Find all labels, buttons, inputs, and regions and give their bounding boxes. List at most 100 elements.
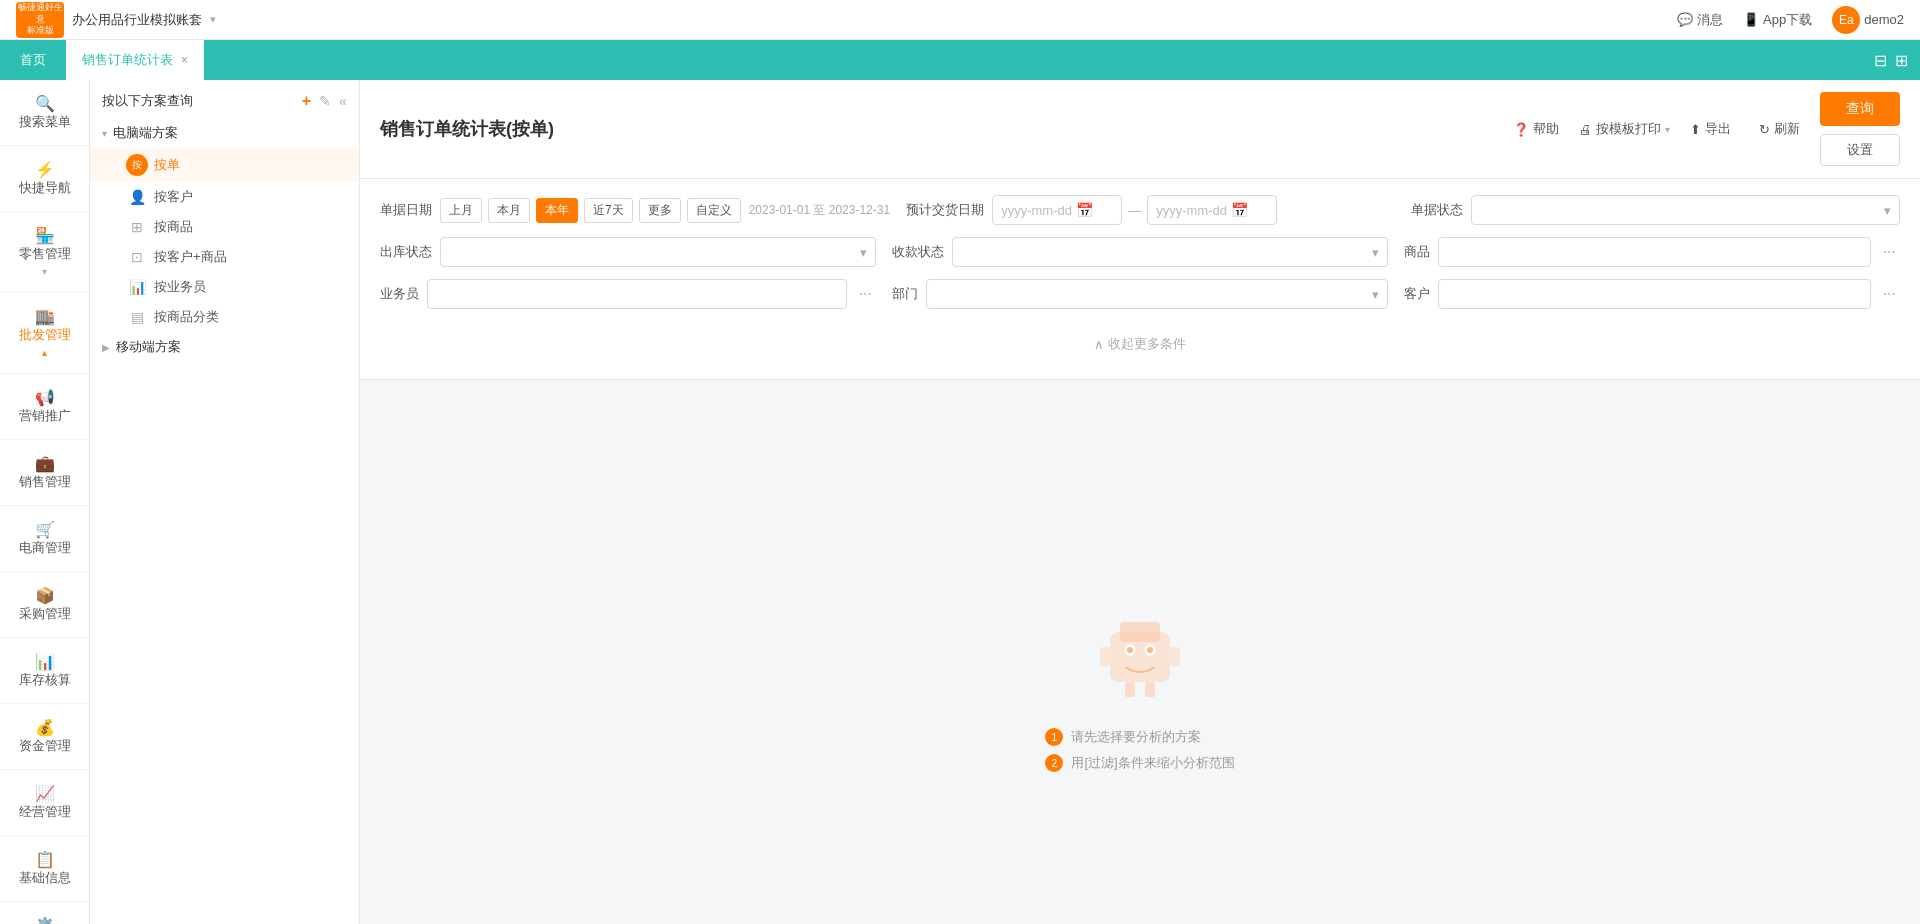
help-button[interactable]: ❓ 帮助 [1505,116,1567,142]
more-date-button[interactable]: 更多 [639,198,681,223]
add-scheme-button[interactable]: + [302,92,311,110]
settings-button[interactable]: 设置 [1820,134,1900,166]
sidebar-item-wholesale[interactable]: 🏬 批发管理 ▴ [0,293,89,374]
department-select[interactable]: ▾ [926,279,1388,309]
sidebar-item-system[interactable]: ⚙️ 系统管理 [0,902,89,924]
sidebar-item-sales[interactable]: 💼 销售管理 [0,440,89,506]
system-icon: ⚙️ [0,916,89,924]
tree-badge: 按 [126,154,148,176]
this-month-button[interactable]: 本月 [488,198,530,223]
collapse-button[interactable]: ∧ 收起更多条件 [1094,335,1186,353]
svg-point-5 [1147,647,1153,653]
print-button[interactable]: 🖨 按模板打印 ▾ [1579,120,1670,138]
quicknav-icon: ⚡ [0,160,89,179]
minimize-button[interactable]: ⊟ [1874,51,1887,70]
expected-date-start[interactable]: yyyy-mm-dd 📅 [992,195,1122,225]
calendar-icon-end: 📅 [1231,202,1248,218]
delivery-label: 出库状态 [380,243,432,261]
query-button[interactable]: 查询 [1820,92,1900,126]
tabbar-actions: ⊟ ⊞ [1862,51,1920,70]
last-month-button[interactable]: 上月 [440,198,482,223]
tab-sales-order-stats[interactable]: 销售订单统计表 × [66,40,204,80]
customer-icon: 👤 [126,189,148,205]
sidebar-item-marketing[interactable]: 📢 营销推广 [0,374,89,440]
tip-num-1: 1 [1045,728,1063,746]
customer-more-button[interactable]: ··· [1879,285,1900,303]
department-filter: 部门 ▾ [892,279,1388,309]
goods-input[interactable] [1438,237,1871,267]
sidebar-item-retail[interactable]: 🏪 零售管理 ▾ [0,212,89,293]
payment-label: 收款状态 [892,243,944,261]
date-separator: — [1128,203,1141,218]
tree-group-mobile[interactable]: ▶ 移动端方案 [90,332,359,362]
operations-icon: 📈 [0,784,89,803]
expected-date-inputs: yyyy-mm-dd 📅 — yyyy-mm-dd 📅 [992,195,1277,225]
tab-home[interactable]: 首页 [0,40,66,80]
basic-icon: 📋 [0,850,89,869]
main-layout: 🔍 搜索菜单 ⚡ 快捷导航 🏪 零售管理 ▾ 🏬 批发管理 ▴ 📢 营销推广 💼… [0,80,1920,924]
empty-state: 1 请先选择要分析的方案 2 用[过滤]条件来缩小分析范围 [1045,592,1234,772]
user-menu[interactable]: Ea demo2 [1832,6,1904,34]
filter-area: 单据日期 上月 本月 本年 近7天 更多 自定义 2023-01-01 至 20… [360,179,1920,380]
collapse-panel-button[interactable]: « [339,93,347,109]
last7-button[interactable]: 近7天 [584,198,633,223]
tree-item-by-customer-goods[interactable]: ⊡ 按客户+商品 [90,242,359,272]
sidebar-item-basic[interactable]: 📋 基础信息 [0,836,89,902]
expected-date-filter: 预计交货日期 yyyy-mm-dd 📅 — yyyy-mm-dd 📅 [906,195,1395,225]
status-label: 单据状态 [1411,201,1463,219]
sidebar: 🔍 搜索菜单 ⚡ 快捷导航 🏪 零售管理 ▾ 🏬 批发管理 ▴ 📢 营销推广 💼… [0,80,90,924]
sidebar-item-finance[interactable]: 💰 资金管理 [0,704,89,770]
payment-status-filter: 收款状态 ▾ [892,237,1388,267]
app-title[interactable]: 办公用品行业模拟账套 [72,11,202,29]
status-filter: 单据状态 ▾ [1411,195,1900,225]
sidebar-item-ecommerce[interactable]: 🛒 电商管理 [0,506,89,572]
tree-item-by-order[interactable]: 按 按单 [90,148,359,182]
tree-item-by-goods-category[interactable]: ▤ 按商品分类 [90,302,359,332]
payment-select[interactable]: ▾ [952,237,1388,267]
left-panel-header: 按以下方案查询 + ✎ « [90,92,359,118]
status-select[interactable]: ▾ [1471,195,1900,225]
left-panel: 按以下方案查询 + ✎ « ▾ 电脑端方案 按 按单 👤 按客户 [90,80,360,924]
avatar: Ea [1832,6,1860,34]
salesperson-input[interactable] [427,279,847,309]
tree-group-desktop[interactable]: ▾ 电脑端方案 [90,118,359,148]
tree-item-by-customer[interactable]: 👤 按客户 [90,182,359,212]
tab-close-button[interactable]: × [181,53,188,67]
tree-item-by-goods[interactable]: ⊞ 按商品 [90,212,359,242]
this-year-button[interactable]: 本年 [536,198,578,223]
export-button[interactable]: ⬆ 导出 [1682,116,1739,142]
sidebar-item-inventory[interactable]: 📊 库存核算 [0,638,89,704]
refresh-button[interactable]: ↻ 刷新 [1751,116,1808,142]
sidebar-item-purchase[interactable]: 📦 采购管理 [0,572,89,638]
payment-caret: ▾ [1372,245,1379,260]
empty-tip-1: 1 请先选择要分析的方案 [1045,728,1234,746]
sales-icon: 💼 [0,454,89,473]
expected-date-end[interactable]: yyyy-mm-dd 📅 [1147,195,1277,225]
tabbar: 首页 销售订单统计表 × ⊟ ⊞ [0,40,1920,80]
sidebar-item-quicknav[interactable]: ⚡ 快捷导航 [0,146,89,212]
app-download-button[interactable]: 📱 App下载 [1743,11,1812,29]
goods-more-button[interactable]: ··· [1879,243,1900,261]
marketing-icon: 📢 [0,388,89,407]
refresh-icon: ↻ [1759,122,1770,137]
custom-date-button[interactable]: 自定义 [687,198,741,223]
wholesale-icon: 🏬 [0,307,89,326]
department-label: 部门 [892,285,918,303]
sidebar-item-operations[interactable]: 📈 经营管理 [0,770,89,836]
wholesale-caret: ▴ [42,347,47,358]
retail-caret: ▾ [42,266,47,277]
sidebar-item-search[interactable]: 🔍 搜索菜单 [0,80,89,146]
salesperson-more-button[interactable]: ··· [855,285,876,303]
app-selector-caret[interactable]: ▾ [210,13,216,26]
inventory-icon: 📊 [0,652,89,671]
customer-input[interactable] [1438,279,1871,309]
retail-icon: 🏪 [0,226,89,245]
finance-icon: 💰 [0,718,89,737]
message-button[interactable]: 💬 消息 [1677,11,1723,29]
content-area: 按以下方案查询 + ✎ « ▾ 电脑端方案 按 按单 👤 按客户 [90,80,1920,924]
maximize-button[interactable]: ⊞ [1895,51,1908,70]
delivery-select[interactable]: ▾ [440,237,876,267]
edit-scheme-button[interactable]: ✎ [319,93,331,109]
tree-item-by-salesperson[interactable]: 📊 按业务员 [90,272,359,302]
print-caret: ▾ [1665,124,1670,135]
